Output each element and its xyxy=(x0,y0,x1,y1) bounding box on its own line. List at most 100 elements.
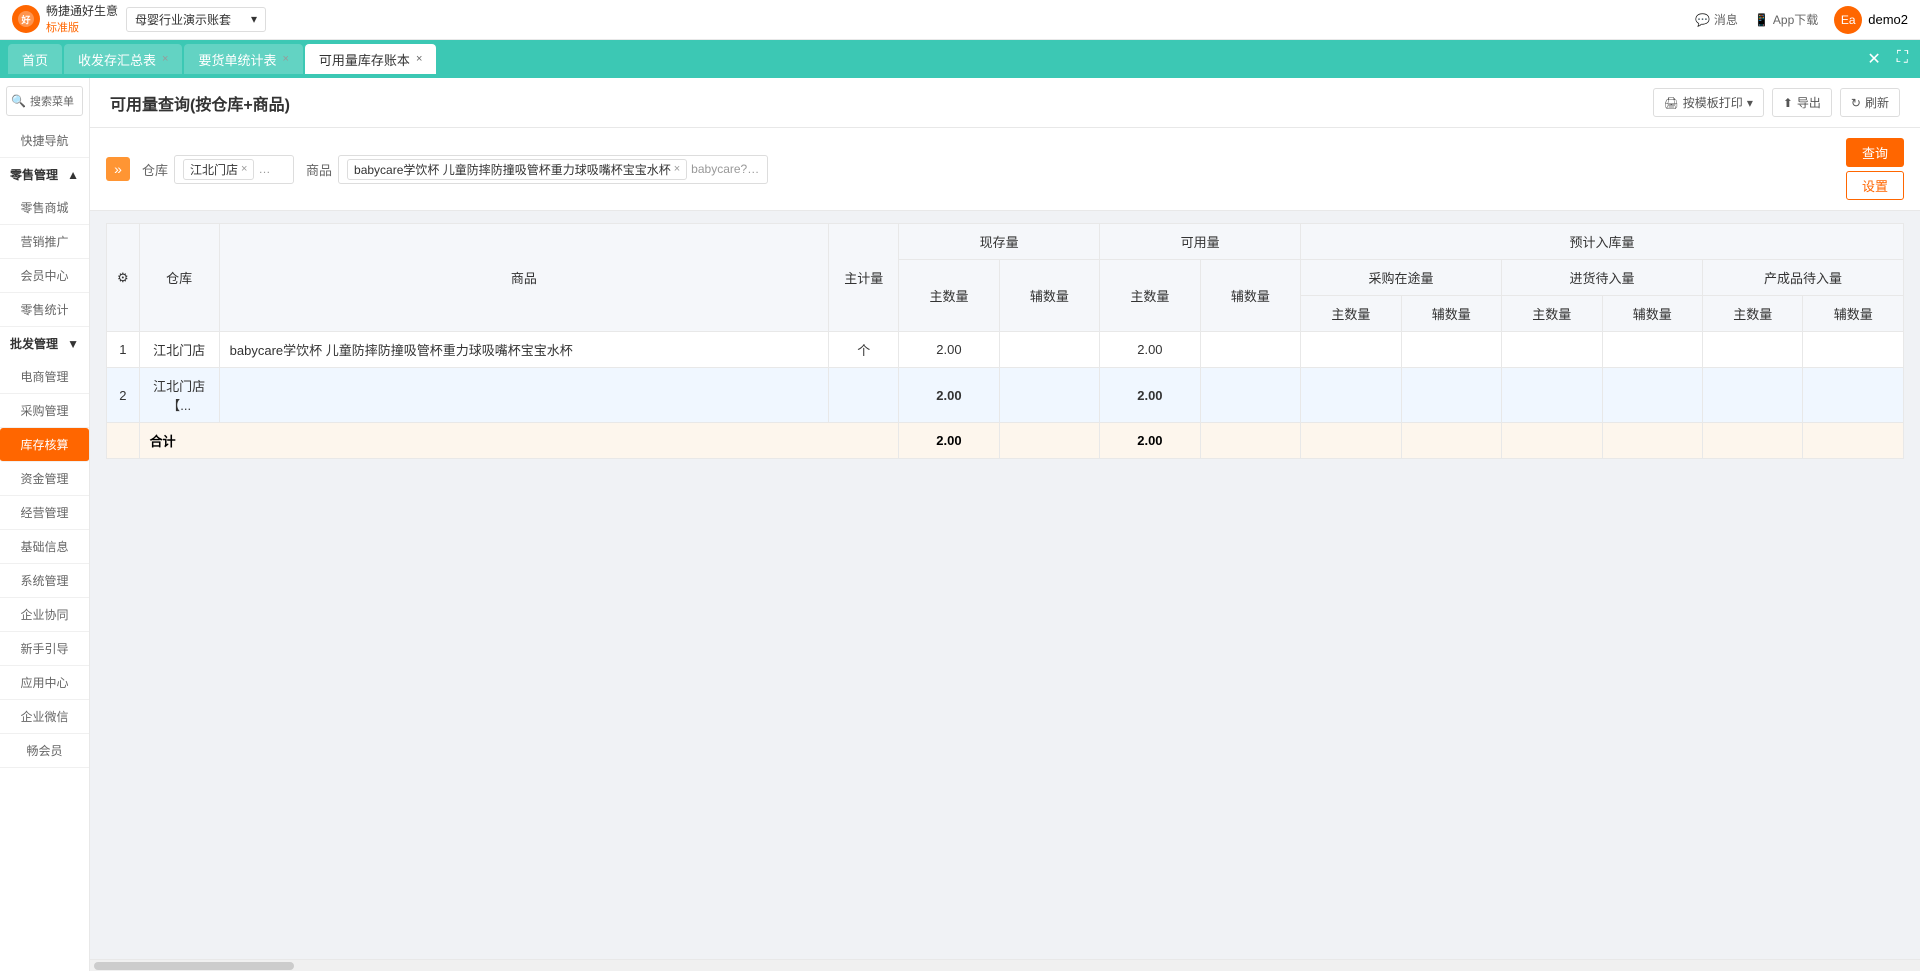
sidebar-item-retail-stats[interactable]: 零售统计 xyxy=(0,293,89,327)
sidebar-item-members[interactable]: 畅会员 xyxy=(0,734,89,768)
user-area[interactable]: Ea demo2 xyxy=(1834,6,1908,34)
template-print-label: 按模板打印 xyxy=(1683,94,1743,111)
goods-tag-box[interactable]: babycare学饮杯 儿童防摔防撞吸管杯重力球吸嘴杯宝宝水杯 × babyca… xyxy=(338,155,768,184)
th-settings[interactable]: ⚙ xyxy=(107,224,140,332)
data-table: ⚙ 仓库 商品 主计量 现存量 可用量 预计入库量 主数量 辅数量 主数量 辅数… xyxy=(106,223,1904,459)
tab-requisition-label: 要货单统计表 xyxy=(198,50,276,69)
sidebar-item-inventory[interactable]: 库存核算 xyxy=(0,428,89,462)
horizontal-scrollbar[interactable] xyxy=(90,959,1920,971)
sidebar-search-area: 🔍 搜索菜单 xyxy=(0,78,89,124)
tab-available-close[interactable]: × xyxy=(416,53,422,65)
filter-bar: » 仓库 江北门店 × … 商品 babycare学饮杯 儿童防摔防撞吸管杯重力… xyxy=(90,128,1920,211)
sidebar-item-basic-info[interactable]: 基础信息 xyxy=(0,530,89,564)
close-window-btn[interactable]: ✕ xyxy=(1863,45,1884,73)
search-menu-btn[interactable]: 🔍 搜索菜单 xyxy=(6,86,83,116)
refresh-btn[interactable]: ↻ 刷新 xyxy=(1840,88,1900,117)
row2-purchase-aux xyxy=(1401,368,1501,423)
industry-label: 母婴行业演示账套 xyxy=(135,11,231,28)
main-layout: 🔍 搜索菜单 快捷导航 零售管理 ▲ 零售商城 营销推广 会员中心 零售统计 批… xyxy=(0,78,1920,971)
tab-requisition-close[interactable]: × xyxy=(282,53,288,65)
tab-home[interactable]: 首页 xyxy=(8,44,62,74)
filter-expand-btn[interactable]: » xyxy=(106,157,130,181)
footer-available-aux xyxy=(1200,423,1300,459)
nav-tabs: 首页 收发存汇总表 × 要货单统计表 × 可用量库存账本 × ✕ ⛶ xyxy=(0,40,1920,78)
sidebar-item-quick-nav[interactable]: 快捷导航 xyxy=(0,124,89,158)
search-icon: 🔍 xyxy=(11,94,26,108)
app-download-label: App下载 xyxy=(1773,11,1818,28)
warehouse-filter-group: 仓库 江北门店 × … xyxy=(142,155,294,184)
sidebar-item-system[interactable]: 系统管理 xyxy=(0,564,89,598)
warehouse-tag-box[interactable]: 江北门店 × … xyxy=(174,155,294,184)
row2-arrival-aux xyxy=(1602,368,1702,423)
template-print-btn[interactable]: 🖨 按模板打印 ▾ xyxy=(1653,88,1764,117)
query-btn[interactable]: 查询 xyxy=(1846,138,1904,167)
footer-row: 合计 2.00 2.00 xyxy=(107,423,1904,459)
tab-collection[interactable]: 收发存汇总表 × xyxy=(64,44,182,74)
tab-collection-close[interactable]: × xyxy=(162,53,168,65)
settings-btn[interactable]: 设置 xyxy=(1846,171,1904,200)
sidebar: 🔍 搜索菜单 快捷导航 零售管理 ▲ 零售商城 营销推广 会员中心 零售统计 批… xyxy=(0,78,90,971)
app-download-btn[interactable]: 📱 App下载 xyxy=(1754,11,1818,28)
footer-label: 合计 xyxy=(139,423,899,459)
row1-arrival-main xyxy=(1502,332,1602,368)
row2-available-main: 2.00 xyxy=(1100,368,1200,423)
th-production-main: 主数量 xyxy=(1702,296,1802,332)
sidebar-item-enterprise-wechat[interactable]: 企业微信 xyxy=(0,700,89,734)
page-header-actions: 🖨 按模板打印 ▾ ⬆ 导出 ↻ 刷新 xyxy=(1653,88,1900,127)
row1-production-main xyxy=(1702,332,1802,368)
row2-stock-aux xyxy=(999,368,1099,423)
footer-purchase-main xyxy=(1301,423,1401,459)
goods-tag-1-remove[interactable]: × xyxy=(674,163,680,175)
sidebar-item-purchase[interactable]: 采购管理 xyxy=(0,394,89,428)
row2-purchase-main xyxy=(1301,368,1401,423)
message-label: 消息 xyxy=(1714,11,1738,28)
sidebar-item-wholesale-mgmt[interactable]: 批发管理 ▼ xyxy=(0,327,89,360)
retail-mgmt-label: 零售管理 xyxy=(10,166,58,183)
footer-empty-1 xyxy=(107,423,140,459)
sidebar-item-business[interactable]: 经营管理 xyxy=(0,496,89,530)
row1-warehouse: 江北门店 xyxy=(139,332,219,368)
sidebar-item-ecommerce[interactable]: 电商管理 xyxy=(0,360,89,394)
warehouse-filter-label: 仓库 xyxy=(142,160,168,179)
sidebar-item-retail-mgmt[interactable]: 零售管理 ▲ xyxy=(0,158,89,191)
tab-home-label: 首页 xyxy=(22,50,48,69)
page-header: 可用量查询(按仓库+商品) 🖨 按模板打印 ▾ ⬆ 导出 ↻ 刷新 xyxy=(90,78,1920,128)
footer-production-main xyxy=(1702,423,1802,459)
sidebar-item-enterprise-collab[interactable]: 企业协同 xyxy=(0,598,89,632)
logo-icon: 好 xyxy=(12,5,40,33)
app-icon: 📱 xyxy=(1754,13,1769,27)
sidebar-item-app-center[interactable]: 应用中心 xyxy=(0,666,89,700)
sidebar-item-retail-shop[interactable]: 零售商城 xyxy=(0,191,89,225)
tab-requisition[interactable]: 要货单统计表 × xyxy=(184,44,302,74)
table-row: 2 江北门店【... 2.00 2.00 xyxy=(107,368,1904,423)
goods-tag-1-text: babycare学饮杯 儿童防摔防撞吸管杯重力球吸嘴杯宝宝水杯 xyxy=(354,161,671,178)
print-icon: 🖨 xyxy=(1664,96,1679,110)
avatar: Ea xyxy=(1834,6,1862,34)
footer-production-aux xyxy=(1803,423,1904,459)
warehouse-tag-1-remove[interactable]: × xyxy=(241,163,247,175)
th-arrival-main: 主数量 xyxy=(1502,296,1602,332)
row2-production-main xyxy=(1702,368,1802,423)
export-btn[interactable]: ⬆ 导出 xyxy=(1772,88,1832,117)
search-menu-label: 搜索菜单 xyxy=(30,93,74,109)
chevron-icon: ▲ xyxy=(67,168,79,182)
nav-right-btns: ✕ ⛶ xyxy=(1863,45,1912,73)
footer-available-main: 2.00 xyxy=(1100,423,1200,459)
sidebar-item-member-center[interactable]: 会员中心 xyxy=(0,259,89,293)
th-stock-aux: 辅数量 xyxy=(999,260,1099,332)
row1-goods: babycare学饮杯 儿童防摔防撞吸管杯重力球吸嘴杯宝宝水杯 xyxy=(219,332,829,368)
refresh-label: 刷新 xyxy=(1865,94,1889,111)
sidebar-item-marketing[interactable]: 营销推广 xyxy=(0,225,89,259)
row1-purchase-main xyxy=(1301,332,1401,368)
scroll-thumb[interactable] xyxy=(94,962,294,970)
sidebar-item-new-guide[interactable]: 新手引导 xyxy=(0,632,89,666)
svg-text:好: 好 xyxy=(20,14,30,25)
logo-main-text: 畅捷通好生意 xyxy=(46,4,118,18)
sidebar-item-finance[interactable]: 资金管理 xyxy=(0,462,89,496)
message-icon: 💬 xyxy=(1695,13,1710,27)
industry-selector[interactable]: 母婴行业演示账套 ▾ xyxy=(126,7,266,32)
message-btn[interactable]: 💬 消息 xyxy=(1695,11,1738,28)
th-available-group: 可用量 xyxy=(1100,224,1301,260)
tab-available[interactable]: 可用量库存账本 × xyxy=(305,44,436,74)
maximize-btn[interactable]: ⛶ xyxy=(1893,45,1912,73)
